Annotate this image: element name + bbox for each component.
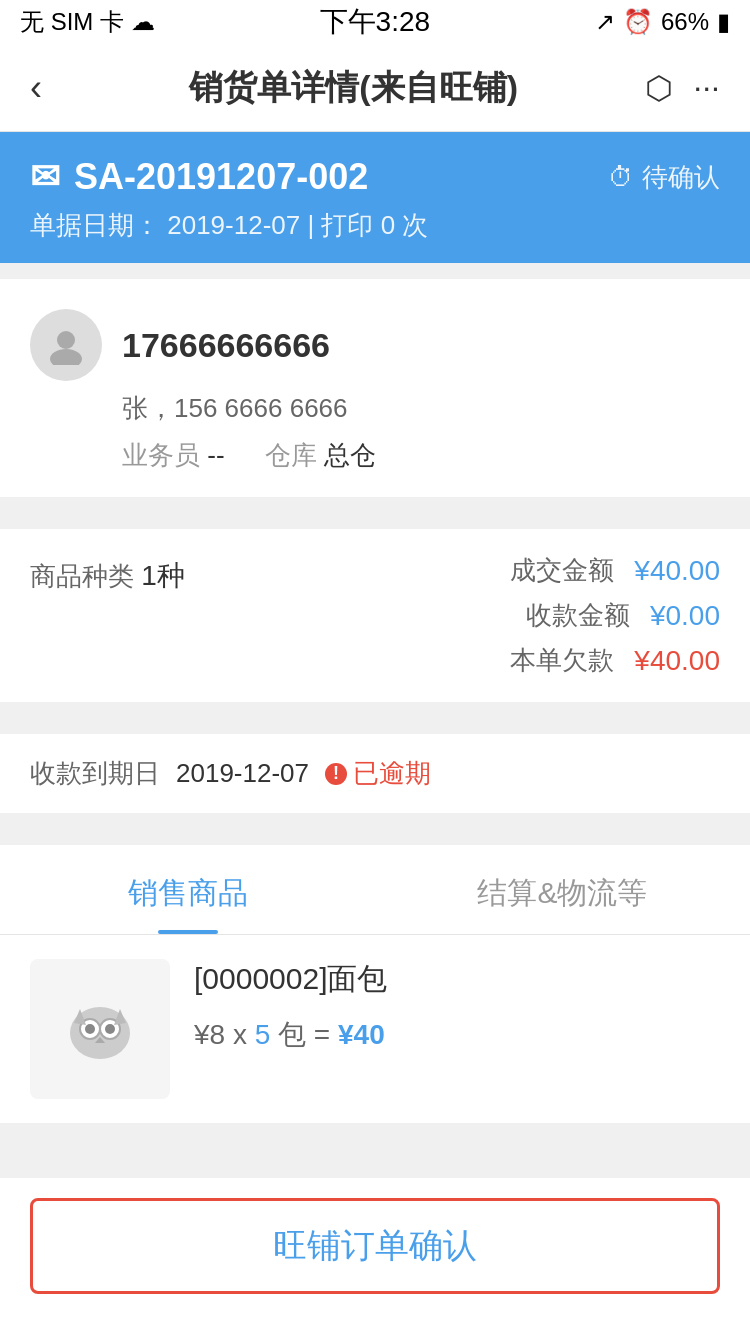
order-header-banner: ✉ SA-20191207-002 ⏱ 待确认 单据日期： 2019-12-07… — [0, 132, 750, 263]
meta-row: 业务员 -- 仓库 总仓 — [122, 438, 720, 473]
due-date-section: 收款到期日 2019-12-07 ! 已逾期 — [0, 734, 750, 813]
clock-icon: ⏱ — [608, 162, 634, 193]
type-value: 1种 — [141, 560, 185, 591]
svg-point-0 — [57, 331, 75, 349]
order-id-text: SA-20191207-002 — [74, 156, 368, 198]
tab-sales-products-label: 销售商品 — [128, 876, 248, 909]
stats-left: 商品种类 1种 — [30, 553, 185, 595]
status-left: 无 SIM 卡 ☁ — [20, 6, 155, 38]
tab-settlement[interactable]: 结算&物流等 — [375, 845, 750, 934]
back-button[interactable]: ‹ — [30, 67, 62, 109]
alarm-icon: ⏰ — [623, 8, 653, 36]
order-date-row: 单据日期： 2019-12-07 | 打印 0 次 — [30, 208, 720, 243]
product-qty: 5 — [255, 1019, 271, 1050]
due-date-value: 2019-12-07 — [176, 758, 309, 789]
inbox-icon: ✉ — [30, 156, 60, 198]
battery-icon: ▮ — [717, 8, 730, 36]
warehouse-value: 总仓 — [324, 440, 376, 470]
product-section: [0000002]面包 ¥8 x 5 包 = ¥40 — [0, 935, 750, 1123]
due-value: ¥40.00 — [634, 645, 720, 677]
due-label: 本单欠款 — [510, 643, 614, 678]
svg-point-6 — [105, 1024, 115, 1034]
warehouse-label: 仓库 — [265, 440, 317, 470]
type-label: 商品种类 1种 — [30, 557, 185, 595]
amount-label: 成交金额 — [510, 553, 614, 588]
battery-level: 66% — [661, 8, 709, 36]
product-total: ¥40 — [338, 1019, 385, 1050]
overdue-badge: ! 已逾期 — [325, 756, 431, 791]
product-info: [0000002]面包 ¥8 x 5 包 = ¥40 — [194, 959, 720, 1054]
divider-3 — [0, 813, 750, 829]
date-label: 单据日期： — [30, 210, 160, 240]
unit-price: ¥8 — [194, 1019, 225, 1050]
divider-2 — [0, 702, 750, 718]
page-title: 销货单详情(来自旺铺) — [62, 65, 645, 111]
product-price: ¥8 x 5 包 = ¥40 — [194, 1016, 720, 1054]
customer-sub-info: 张，156 6666 6666 — [122, 391, 720, 426]
received-value: ¥0.00 — [650, 600, 720, 632]
tab-settlement-label: 结算&物流等 — [477, 876, 647, 909]
warehouse-item: 仓库 总仓 — [265, 438, 376, 473]
amount-value: ¥40.00 — [634, 555, 720, 587]
customer-phone: 17666666666 — [122, 326, 330, 365]
salesperson-value: -- — [207, 440, 224, 470]
status-text: 待确认 — [642, 160, 720, 195]
print-info: | 打印 0 次 — [307, 210, 428, 240]
status-bar: 无 SIM 卡 ☁ 下午3:28 ↗ ⏰ 66% ▮ — [0, 0, 750, 44]
tab-sales-products[interactable]: 销售商品 — [0, 845, 375, 934]
product-name: [0000002]面包 — [194, 959, 720, 1000]
order-date: 2019-12-07 — [167, 210, 300, 240]
product-thumbnail — [30, 959, 170, 1099]
salesperson-item: 业务员 -- — [122, 438, 225, 473]
more-icon[interactable]: ··· — [693, 69, 720, 106]
stats-right: 成交金额 ¥40.00 收款金额 ¥0.00 本单欠款 ¥40.00 — [510, 553, 720, 678]
order-id: ✉ SA-20191207-002 — [30, 156, 368, 198]
amount-row: 成交金额 ¥40.00 — [510, 553, 720, 588]
salesperson-label: 业务员 — [122, 440, 200, 470]
overdue-icon: ! — [325, 763, 347, 785]
svg-point-1 — [50, 349, 82, 365]
customer-info-section: 17666666666 张，156 6666 6666 业务员 -- 仓库 总仓 — [0, 279, 750, 497]
stats-section: 商品种类 1种 成交金额 ¥40.00 收款金额 ¥0.00 本单欠款 ¥40.… — [0, 529, 750, 702]
confirm-button-label: 旺铺订单确认 — [273, 1223, 477, 1269]
status-right: ↗ ⏰ 66% ▮ — [595, 8, 730, 36]
avatar — [30, 309, 102, 381]
nav-actions: ⬡ ··· — [645, 69, 720, 107]
due-date-label: 收款到期日 — [30, 756, 160, 791]
banner-top-row: ✉ SA-20191207-002 ⏱ 待确认 — [30, 156, 720, 198]
bottom-area: 旺铺订单确认 — [0, 1178, 750, 1334]
tabs-container: 销售商品 结算&物流等 — [0, 845, 750, 935]
sim-signal: 无 SIM 卡 ☁ — [20, 6, 155, 38]
due-row: 本单欠款 ¥40.00 — [510, 643, 720, 678]
status-time: 下午3:28 — [320, 3, 431, 41]
confirm-order-button[interactable]: 旺铺订单确认 — [30, 1198, 720, 1294]
svg-point-5 — [85, 1024, 95, 1034]
order-status: ⏱ 待确认 — [608, 160, 720, 195]
product-unit: 包 — [278, 1019, 306, 1050]
share-icon[interactable]: ⬡ — [645, 69, 673, 107]
location-icon: ↗ — [595, 8, 615, 36]
divider-1 — [0, 497, 750, 513]
nav-bar: ‹ 销货单详情(来自旺铺) ⬡ ··· — [0, 44, 750, 132]
overdue-text: 已逾期 — [353, 756, 431, 791]
received-label: 收款金额 — [526, 598, 630, 633]
customer-row: 17666666666 — [30, 309, 720, 381]
received-row: 收款金额 ¥0.00 — [526, 598, 720, 633]
